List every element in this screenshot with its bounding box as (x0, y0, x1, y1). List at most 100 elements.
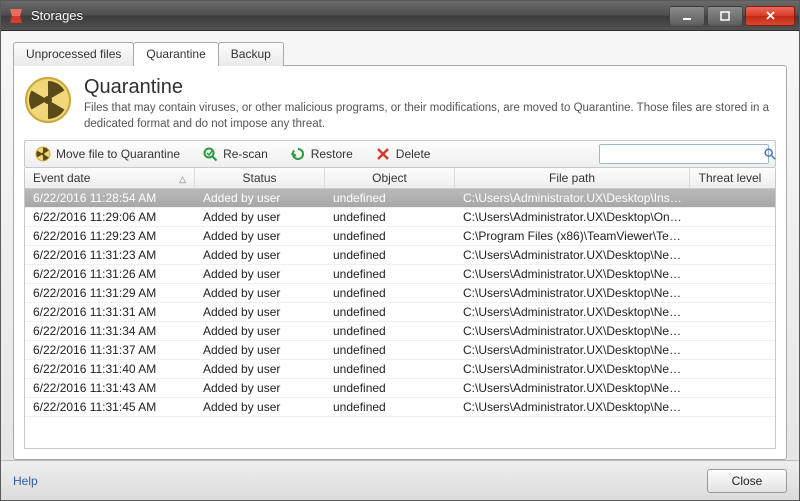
cell-path: C:\Users\Administrator.UX\Desktop\New ..… (455, 341, 690, 359)
grid-header: Event date△ Status Object File path Thre… (25, 168, 775, 189)
cell-threat (690, 398, 770, 416)
tab-backup[interactable]: Backup (218, 42, 284, 66)
move-label: Move file to Quarantine (56, 147, 180, 161)
cell-object: undefined (325, 208, 455, 226)
radiation-small-icon (35, 146, 51, 162)
tab-unprocessed-files[interactable]: Unprocessed files (13, 42, 134, 66)
cell-date: 6/22/2016 11:31:29 AM (25, 284, 195, 302)
cell-status: Added by user (195, 303, 325, 321)
cell-status: Added by user (195, 341, 325, 359)
cell-status: Added by user (195, 189, 325, 207)
cell-date: 6/22/2016 11:29:06 AM (25, 208, 195, 226)
rescan-button[interactable]: Re-scan (198, 144, 272, 164)
sort-asc-icon: △ (179, 174, 186, 185)
panel-header: Quarantine Files that may contain viruse… (24, 76, 776, 132)
cell-object: undefined (325, 398, 455, 416)
cell-date: 6/22/2016 11:28:54 AM (25, 189, 195, 207)
col-file-path[interactable]: File path (455, 168, 690, 188)
panel-title: Quarantine (84, 76, 776, 99)
table-row[interactable]: 6/22/2016 11:31:37 AMAdded by userundefi… (25, 341, 775, 360)
cell-path: C:\Users\Administrator.UX\Desktop\New ..… (455, 360, 690, 378)
window-controls (669, 6, 795, 26)
cell-status: Added by user (195, 227, 325, 245)
help-link[interactable]: Help (13, 474, 38, 488)
cell-date: 6/22/2016 11:31:34 AM (25, 322, 195, 340)
table-row[interactable]: 6/22/2016 11:29:06 AMAdded by userundefi… (25, 208, 775, 227)
cell-path: C:\Users\Administrator.UX\Desktop\One... (455, 208, 690, 226)
move-to-quarantine-button[interactable]: Move file to Quarantine (31, 144, 184, 164)
cell-threat (690, 341, 770, 359)
col-status[interactable]: Status (195, 168, 325, 188)
cell-date: 6/22/2016 11:31:43 AM (25, 379, 195, 397)
cell-threat (690, 379, 770, 397)
cell-path: C:\Users\Administrator.UX\Desktop\New ..… (455, 379, 690, 397)
cell-date: 6/22/2016 11:31:40 AM (25, 360, 195, 378)
search-box[interactable] (599, 144, 769, 164)
tab-quarantine[interactable]: Quarantine (133, 42, 218, 66)
search-icon[interactable] (763, 146, 777, 162)
restore-button[interactable]: Restore (286, 144, 357, 164)
cell-threat (690, 360, 770, 378)
close-button[interactable]: Close (707, 469, 787, 493)
col-event-date[interactable]: Event date△ (25, 168, 195, 188)
cell-object: undefined (325, 189, 455, 207)
cell-threat (690, 227, 770, 245)
close-window-button[interactable] (745, 6, 795, 26)
table-row[interactable]: 6/22/2016 11:31:40 AMAdded by userundefi… (25, 360, 775, 379)
table-row[interactable]: 6/22/2016 11:31:26 AMAdded by userundefi… (25, 265, 775, 284)
col-threat-level[interactable]: Threat level (690, 168, 770, 188)
cell-object: undefined (325, 246, 455, 264)
titlebar: Storages (1, 1, 799, 31)
cell-threat (690, 208, 770, 226)
cell-status: Added by user (195, 398, 325, 416)
cell-object: undefined (325, 322, 455, 340)
cell-date: 6/22/2016 11:31:37 AM (25, 341, 195, 359)
table-row[interactable]: 6/22/2016 11:31:34 AMAdded by userundefi… (25, 322, 775, 341)
storages-window: Storages Unprocessed filesQuarantineBack… (0, 0, 800, 501)
table-row[interactable]: 6/22/2016 11:29:23 AMAdded by userundefi… (25, 227, 775, 246)
table-row[interactable]: 6/22/2016 11:31:29 AMAdded by userundefi… (25, 284, 775, 303)
maximize-button[interactable] (707, 6, 743, 26)
delete-icon (375, 146, 391, 162)
cell-date: 6/22/2016 11:31:45 AM (25, 398, 195, 416)
client-area: Unprocessed filesQuarantineBackup (1, 31, 799, 460)
cell-threat (690, 284, 770, 302)
restore-label: Restore (311, 147, 353, 161)
cell-status: Added by user (195, 208, 325, 226)
cell-status: Added by user (195, 379, 325, 397)
cell-path: C:\Users\Administrator.UX\Desktop\New ..… (455, 322, 690, 340)
cell-object: undefined (325, 379, 455, 397)
rescan-icon (202, 146, 218, 162)
cell-path: C:\Users\Administrator.UX\Desktop\New ..… (455, 284, 690, 302)
cell-date: 6/22/2016 11:31:23 AM (25, 246, 195, 264)
table-row[interactable]: 6/22/2016 11:31:45 AMAdded by userundefi… (25, 398, 775, 417)
col-object[interactable]: Object (325, 168, 455, 188)
cell-path: C:\Users\Administrator.UX\Desktop\Insta.… (455, 189, 690, 207)
app-icon (7, 7, 25, 25)
restore-icon (290, 146, 306, 162)
cell-object: undefined (325, 284, 455, 302)
cell-status: Added by user (195, 284, 325, 302)
cell-path: C:\Users\Administrator.UX\Desktop\New ..… (455, 398, 690, 416)
delete-button[interactable]: Delete (371, 144, 435, 164)
cell-date: 6/22/2016 11:29:23 AM (25, 227, 195, 245)
table-row[interactable]: 6/22/2016 11:28:54 AMAdded by userundefi… (25, 189, 775, 208)
cell-path: C:\Program Files (x86)\TeamViewer\Team..… (455, 227, 690, 245)
cell-date: 6/22/2016 11:31:26 AM (25, 265, 195, 283)
cell-status: Added by user (195, 322, 325, 340)
table-row[interactable]: 6/22/2016 11:31:43 AMAdded by userundefi… (25, 379, 775, 398)
cell-status: Added by user (195, 246, 325, 264)
toolbar: Move file to Quarantine Re-scan Restore … (24, 140, 776, 168)
cell-path: C:\Users\Administrator.UX\Desktop\New ..… (455, 303, 690, 321)
cell-object: undefined (325, 227, 455, 245)
minimize-button[interactable] (669, 6, 705, 26)
table-row[interactable]: 6/22/2016 11:31:31 AMAdded by userundefi… (25, 303, 775, 322)
cell-object: undefined (325, 341, 455, 359)
search-input[interactable] (604, 146, 763, 162)
quarantine-grid[interactable]: Event date△ Status Object File path Thre… (24, 168, 776, 449)
cell-date: 6/22/2016 11:31:31 AM (25, 303, 195, 321)
cell-threat (690, 265, 770, 283)
table-row[interactable]: 6/22/2016 11:31:23 AMAdded by userundefi… (25, 246, 775, 265)
cell-status: Added by user (195, 265, 325, 283)
cell-threat (690, 303, 770, 321)
